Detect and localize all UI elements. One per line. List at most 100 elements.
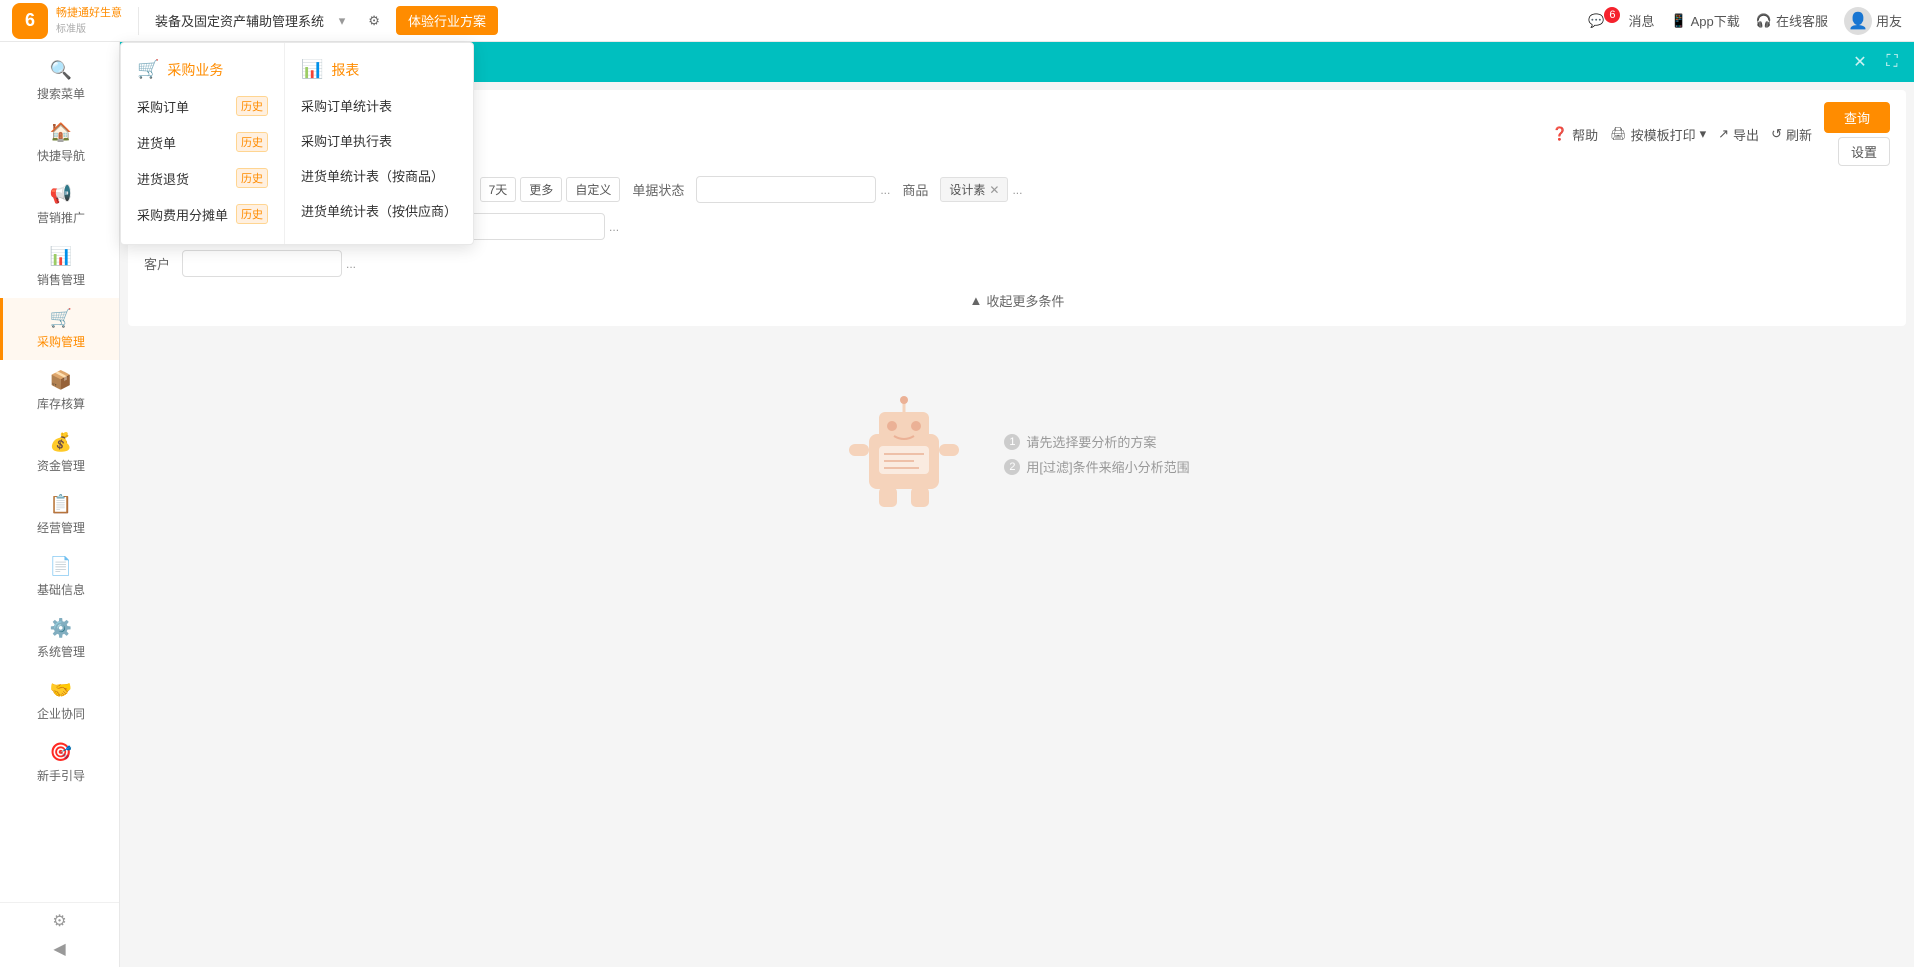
sidebar-item-label: 销售管理 bbox=[37, 271, 85, 288]
doc-status-field: ... bbox=[696, 176, 890, 203]
message-label: 消息 bbox=[1628, 11, 1654, 30]
menu-item-stock-return[interactable]: 进货退货 历史 bbox=[121, 160, 284, 196]
basic-icon: 📄 bbox=[50, 556, 72, 577]
sidebar-item-coop[interactable]: 🤝 企业协同 bbox=[0, 670, 119, 732]
print-btn[interactable]: 🖨 按模板打印 ▾ bbox=[1610, 125, 1706, 144]
set-button[interactable]: 设置 bbox=[1838, 137, 1890, 166]
menu-item-purchase-order[interactable]: 采购订单 历史 bbox=[121, 88, 284, 124]
top-bar-right: 💬 6 消息 📱 App下载 🎧 在线客服 👤 用友 bbox=[1588, 7, 1902, 35]
search-icon: 🔍 bbox=[50, 60, 72, 81]
product-field: 设计素 ✕ ... bbox=[940, 177, 1022, 202]
menu-item-order-stat[interactable]: 采购订单统计表 bbox=[285, 88, 473, 123]
headset-icon: 🎧 bbox=[1756, 13, 1772, 29]
history-badge-0: 历史 bbox=[236, 96, 268, 116]
sidebar: 🔍 搜索菜单 🏠 快捷导航 📢 营销推广 📊 销售管理 🛒 采购管理 📦 库存核… bbox=[0, 42, 120, 967]
sidebar-item-label: 快捷导航 bbox=[37, 147, 85, 164]
collapse-label: 收起更多条件 bbox=[986, 291, 1064, 310]
menu-item-label: 进货退货 bbox=[137, 169, 189, 188]
collapse-button[interactable]: ▲ 收起更多条件 bbox=[970, 287, 1065, 314]
sidebar-item-search[interactable]: 🔍 搜索菜单 bbox=[0, 50, 119, 112]
date-custom-btn[interactable]: 自定义 bbox=[566, 177, 620, 202]
history-badge-3: 历史 bbox=[236, 204, 268, 224]
sales-icon: 📊 bbox=[50, 246, 72, 267]
purchase-col-icon: 🛒 bbox=[137, 59, 159, 80]
sidebar-item-system[interactable]: ⚙️ 系统管理 bbox=[0, 608, 119, 670]
sidebar-settings-icon[interactable]: ⚙ bbox=[52, 911, 66, 931]
app-download-item[interactable]: 📱 App下载 bbox=[1670, 11, 1739, 30]
report-col: 📊 报表 采购订单统计表 采购订单执行表 进货单统计表（按商品） 进货单统计表（… bbox=[284, 43, 473, 244]
sidebar-item-guide[interactable]: 🎯 新手引导 bbox=[0, 732, 119, 794]
finance-icon: 💰 bbox=[50, 432, 72, 453]
message-item[interactable]: 💬 6 消息 bbox=[1588, 11, 1654, 30]
menu-item-stock-stat-supplier[interactable]: 进货单统计表（按供应商） bbox=[285, 193, 473, 228]
date-7days-btn[interactable]: 7天 bbox=[480, 177, 517, 202]
export-icon: ↗ bbox=[1718, 126, 1729, 142]
logo-area: 6 畅捷通好生意 标准版 bbox=[12, 3, 122, 39]
menu-item-purchase-expense[interactable]: 采购费用分摊单 历史 bbox=[121, 196, 284, 232]
sidebar-item-label: 系统管理 bbox=[37, 643, 85, 660]
empty-illustration bbox=[844, 394, 964, 514]
query-button[interactable]: 查询 bbox=[1824, 102, 1890, 133]
sidebar-bottom: ⚙ ◀ bbox=[0, 902, 119, 967]
date-more-btn[interactable]: 更多 bbox=[520, 177, 562, 202]
customer-more[interactable]: ... bbox=[346, 257, 356, 271]
sidebar-item-inventory[interactable]: 📦 库存核算 bbox=[0, 360, 119, 422]
guide-icon: 🎯 bbox=[50, 742, 72, 763]
menu-item-label: 采购订单统计表 bbox=[301, 96, 392, 115]
sidebar-collapse-icon[interactable]: ◀ bbox=[53, 939, 65, 959]
sidebar-item-purchase[interactable]: 🛒 采购管理 bbox=[0, 298, 119, 360]
help-btn[interactable]: ❓ 帮助 bbox=[1552, 125, 1598, 144]
doc-status-label: 单据状态 bbox=[632, 180, 684, 199]
sidebar-item-finance[interactable]: 💰 资金管理 bbox=[0, 422, 119, 484]
collapse-icon: ▲ bbox=[970, 293, 983, 308]
filter-row-3: 客户 ... bbox=[144, 250, 1890, 277]
user-item[interactable]: 👤 用友 bbox=[1844, 7, 1902, 35]
settings-gear-icon[interactable]: ⚙ bbox=[360, 7, 388, 35]
menu-item-label: 进货单统计表（按商品） bbox=[301, 166, 444, 185]
user-avatar: 👤 bbox=[1844, 7, 1872, 35]
industry-button[interactable]: 体验行业方案 bbox=[396, 6, 498, 35]
report-col-title: 报表 bbox=[331, 60, 359, 80]
sidebar-item-label: 新手引导 bbox=[37, 767, 85, 784]
dropdown-arrow-icon[interactable]: ▾ bbox=[332, 11, 352, 31]
product-more[interactable]: ... bbox=[1012, 183, 1022, 197]
sidebar-item-basic[interactable]: 📄 基础信息 bbox=[0, 546, 119, 608]
sidebar-item-operation[interactable]: 📋 经营管理 bbox=[0, 484, 119, 546]
refresh-icon: ↺ bbox=[1771, 126, 1782, 142]
sidebar-item-marketing[interactable]: 📢 营销推广 bbox=[0, 174, 119, 236]
sidebar-item-label: 经营管理 bbox=[37, 519, 85, 536]
product-tag: 设计素 ✕ bbox=[940, 177, 1008, 202]
coop-icon: 🤝 bbox=[50, 680, 72, 701]
product-tag-close-icon[interactable]: ✕ bbox=[989, 183, 999, 197]
top-bar-title: 装备及固定资产辅助管理系统 bbox=[155, 11, 324, 30]
purchase-business-col: 🛒 采购业务 采购订单 历史 进货单 历史 进货退货 历史 采购费用分摊单 历史 bbox=[121, 43, 284, 244]
print-dropdown-icon[interactable]: ▾ bbox=[1700, 126, 1707, 142]
salesperson-more[interactable]: ... bbox=[609, 220, 619, 234]
customer-input[interactable] bbox=[182, 250, 342, 277]
sidebar-item-label: 库存核算 bbox=[37, 395, 85, 412]
menu-item-stock-stat-product[interactable]: 进货单统计表（按商品） bbox=[285, 158, 473, 193]
menu-item-label: 采购订单执行表 bbox=[301, 131, 392, 150]
export-btn[interactable]: ↗ 导出 bbox=[1718, 125, 1759, 144]
report-col-icon: 📊 bbox=[301, 59, 323, 80]
doc-status-input[interactable] bbox=[696, 176, 876, 203]
doc-status-more[interactable]: ... bbox=[880, 183, 890, 197]
purchase-col-header: 🛒 采购业务 bbox=[121, 55, 284, 88]
report-col-header: 📊 报表 bbox=[285, 55, 473, 88]
app-download-label: App下载 bbox=[1691, 11, 1740, 30]
menu-item-label: 进货单统计表（按供应商） bbox=[301, 201, 457, 220]
system-icon: ⚙️ bbox=[50, 618, 72, 639]
inventory-icon: 📦 bbox=[50, 370, 72, 391]
sidebar-item-sales[interactable]: 📊 销售管理 bbox=[0, 236, 119, 298]
menu-item-stock-in[interactable]: 进货单 历史 bbox=[121, 124, 284, 160]
tab-fullscreen-icon[interactable]: ⛶ bbox=[1878, 48, 1906, 76]
online-service-item[interactable]: 🎧 在线客服 bbox=[1756, 11, 1828, 30]
sidebar-item-label: 搜索菜单 bbox=[37, 85, 85, 102]
sidebar-item-quicknav[interactable]: 🏠 快捷导航 bbox=[0, 112, 119, 174]
refresh-btn[interactable]: ↺ 刷新 bbox=[1771, 125, 1812, 144]
menu-item-order-exec[interactable]: 采购订单执行表 bbox=[285, 123, 473, 158]
operation-icon: 📋 bbox=[50, 494, 72, 515]
tab-close-all-icon[interactable]: ✕ bbox=[1846, 48, 1874, 76]
user-label: 用友 bbox=[1876, 11, 1902, 30]
export-label: 导出 bbox=[1733, 125, 1759, 144]
